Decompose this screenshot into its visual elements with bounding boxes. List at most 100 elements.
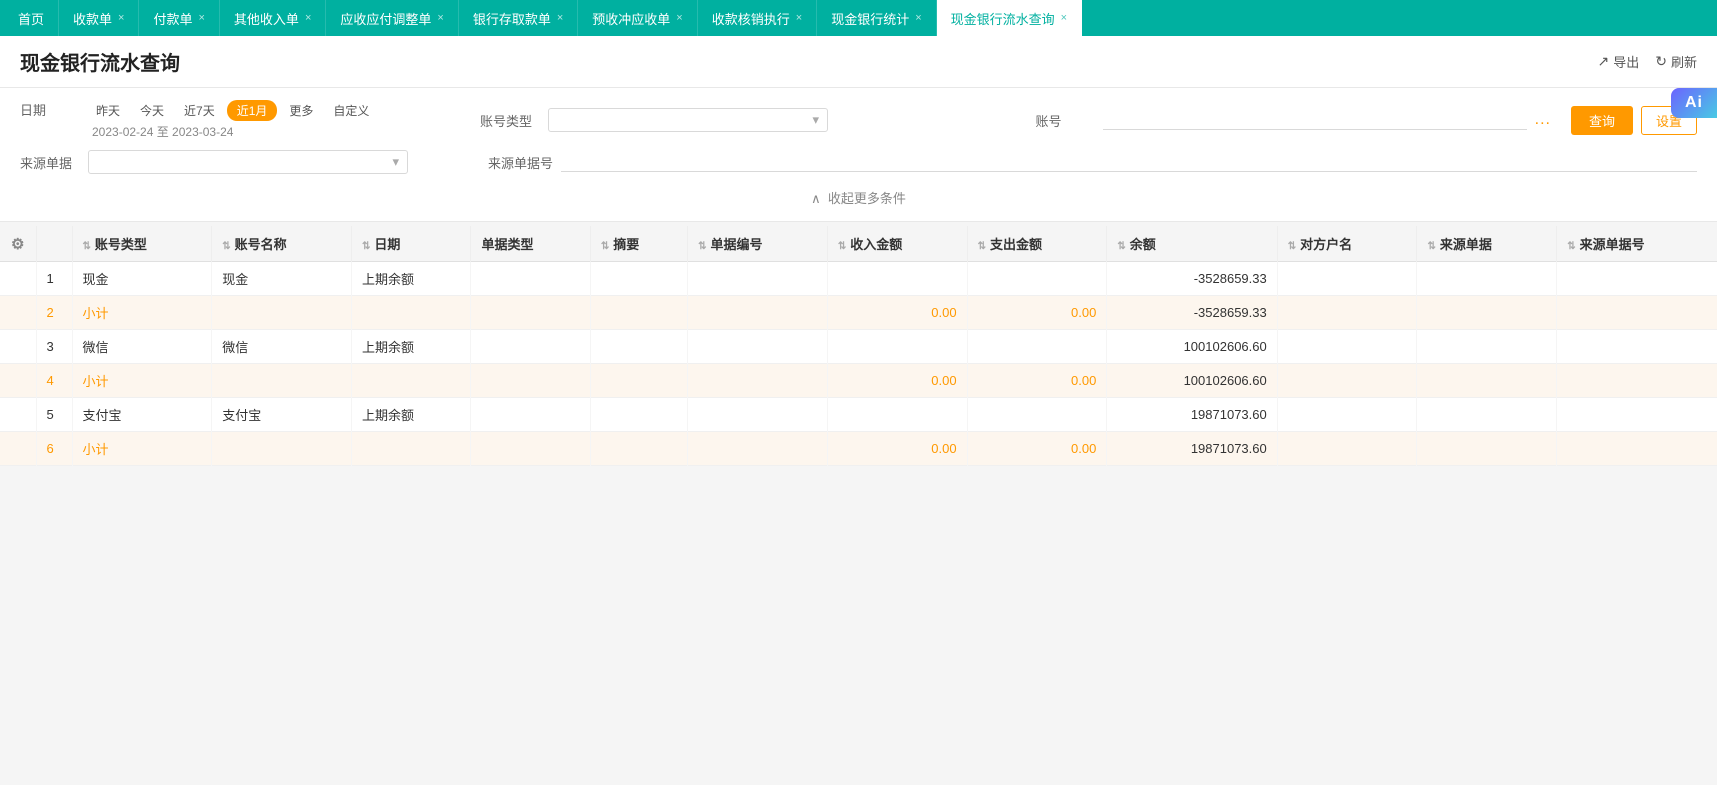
row-counterpart: [1277, 398, 1417, 432]
col-header-doc-type: 单据类型: [471, 226, 590, 262]
filter-row-source: 来源单据 ▾ 来源单据号: [20, 150, 1697, 174]
nav-payment-label: 付款单: [153, 9, 192, 28]
page-header: 现金银行流水查询 ↗ 导出 ↻ 刷新: [0, 36, 1717, 88]
row-doc-type: [471, 398, 590, 432]
nav-cash-bank-stat-label: 现金银行统计: [831, 9, 909, 28]
refresh-button[interactable]: ↻ 刷新: [1655, 52, 1697, 71]
nav-bank-deposit-label: 银行存取款单: [473, 9, 551, 28]
collapse-bar[interactable]: ∧ 收起更多条件: [20, 184, 1697, 215]
nav-prepay-label: 预收冲应收单: [592, 9, 670, 28]
date-opt-yesterday[interactable]: 昨天: [88, 100, 128, 121]
nav-verify-close[interactable]: ×: [796, 12, 802, 24]
date-label: 日期: [20, 100, 80, 119]
row-settings-cell: [0, 262, 36, 296]
row-counterpart: [1277, 364, 1417, 398]
row-source-doc: [1417, 364, 1557, 398]
table-row: 3 微信 微信 上期余额 100102606.60: [0, 330, 1717, 364]
col-header-source-doc-no[interactable]: ⇅来源单据号: [1557, 226, 1717, 262]
row-counterpart: [1277, 296, 1417, 330]
col-header-expense[interactable]: ⇅支出金额: [967, 226, 1107, 262]
table-row: 1 现金 现金 上期余额 -3528659.33: [0, 262, 1717, 296]
collapse-label: 收起更多条件: [828, 191, 906, 206]
row-source-doc: [1417, 398, 1557, 432]
nav-item-receipt[interactable]: 收款单 ×: [59, 0, 139, 36]
account-dots-button[interactable]: ...: [1535, 111, 1551, 129]
row-income: 0.00: [827, 364, 967, 398]
row-account-type: 小计: [72, 364, 212, 398]
nav-item-other-income[interactable]: 其他收入单 ×: [220, 0, 326, 36]
row-income: [827, 330, 967, 364]
date-opt-custom[interactable]: 自定义: [325, 100, 377, 121]
table-gear-icon[interactable]: ⚙: [11, 236, 24, 253]
row-account-type: 现金: [72, 262, 212, 296]
col-header-balance[interactable]: ⇅余额: [1107, 226, 1277, 262]
account-type-select[interactable]: ▾: [548, 108, 828, 132]
source-doc-arrow: ▾: [392, 154, 399, 170]
row-expense: 0.00: [967, 432, 1107, 466]
source-doc-no-input[interactable]: [561, 152, 1697, 172]
col-header-doc-no[interactable]: ⇅单据编号: [688, 226, 828, 262]
row-summary: [590, 330, 687, 364]
col-header-account-name[interactable]: ⇅账号名称: [212, 226, 352, 262]
row-settings-cell: [0, 330, 36, 364]
nav-cash-bank-flow-close[interactable]: ×: [1061, 12, 1067, 24]
row-num-cell: 2: [36, 296, 72, 330]
row-counterpart: [1277, 432, 1417, 466]
row-date: 上期余额: [351, 262, 470, 296]
query-button[interactable]: 查询: [1571, 106, 1633, 135]
row-balance: 19871073.60: [1107, 432, 1277, 466]
row-expense: [967, 398, 1107, 432]
col-header-source-doc[interactable]: ⇅来源单据: [1417, 226, 1557, 262]
nav-item-cash-bank-flow[interactable]: 现金银行流水查询 ×: [937, 0, 1082, 36]
row-source-doc-no: [1557, 398, 1717, 432]
col-header-counterpart[interactable]: ⇅对方户名: [1277, 226, 1417, 262]
nav-item-bank-deposit[interactable]: 银行存取款单 ×: [459, 0, 578, 36]
row-source-doc-no: [1557, 330, 1717, 364]
row-account-type: 小计: [72, 296, 212, 330]
nav-other-income-label: 其他收入单: [234, 9, 299, 28]
nav-item-verify[interactable]: 收款核销执行 ×: [698, 0, 817, 36]
nav-adjust-close[interactable]: ×: [437, 12, 443, 24]
nav-other-income-close[interactable]: ×: [305, 12, 311, 24]
source-doc-select[interactable]: ▾: [88, 150, 408, 174]
nav-item-payment[interactable]: 付款单 ×: [139, 0, 219, 36]
nav-item-prepay[interactable]: 预收冲应收单 ×: [578, 0, 697, 36]
row-doc-no: [688, 364, 828, 398]
nav-cash-bank-stat-close[interactable]: ×: [915, 12, 921, 24]
col-header-summary[interactable]: ⇅摘要: [590, 226, 687, 262]
row-source-doc-no: [1557, 432, 1717, 466]
row-doc-type: [471, 432, 590, 466]
date-opt-today[interactable]: 今天: [132, 100, 172, 121]
row-summary: [590, 364, 687, 398]
date-opt-7days[interactable]: 近7天: [176, 100, 223, 121]
row-account-type: 支付宝: [72, 398, 212, 432]
date-section: 昨天 今天 近7天 近1月 更多 自定义 2023-02-24 至 2023-0…: [88, 100, 377, 140]
date-opt-1month[interactable]: 近1月: [227, 100, 278, 121]
refresh-label: 刷新: [1671, 52, 1697, 71]
table-row: 6 小计 0.00 0.00 19871073.60: [0, 432, 1717, 466]
row-summary: [590, 398, 687, 432]
col-header-date[interactable]: ⇅日期: [351, 226, 470, 262]
row-settings-cell: [0, 432, 36, 466]
nav-bank-deposit-close[interactable]: ×: [557, 12, 563, 24]
date-opt-more[interactable]: 更多: [281, 100, 321, 121]
row-source-doc: [1417, 296, 1557, 330]
row-balance: -3528659.33: [1107, 296, 1277, 330]
nav-item-cash-bank-stat[interactable]: 现金银行统计 ×: [817, 0, 936, 36]
ai-badge[interactable]: Ai: [1671, 88, 1717, 118]
col-header-account-type[interactable]: ⇅账号类型: [72, 226, 212, 262]
nav-item-adjust[interactable]: 应收应付调整单 ×: [326, 0, 458, 36]
nav-prepay-close[interactable]: ×: [676, 12, 682, 24]
export-button[interactable]: ↗ 导出: [1598, 52, 1640, 71]
nav-receipt-close[interactable]: ×: [118, 12, 124, 24]
row-source-doc: [1417, 330, 1557, 364]
row-doc-no: [688, 398, 828, 432]
row-doc-type: [471, 364, 590, 398]
nav-item-home[interactable]: 首页: [4, 0, 59, 36]
row-settings-cell: [0, 296, 36, 330]
account-input[interactable]: [1103, 110, 1526, 130]
col-header-income[interactable]: ⇅收入金额: [827, 226, 967, 262]
row-counterpart: [1277, 330, 1417, 364]
row-account-name: 支付宝: [212, 398, 352, 432]
nav-payment-close[interactable]: ×: [198, 12, 204, 24]
